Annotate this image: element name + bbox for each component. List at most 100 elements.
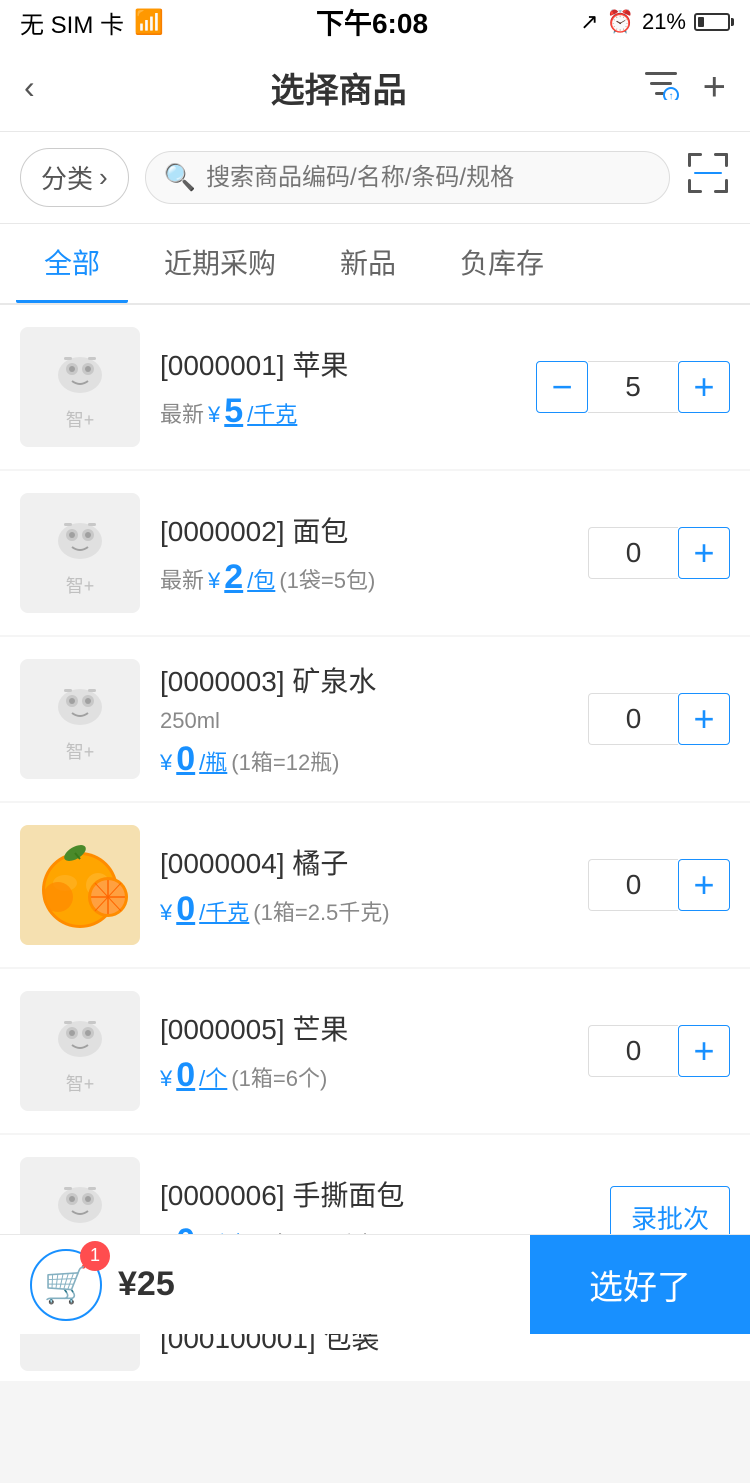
product-price: 最新 ¥ 2 /包 (1袋=5包): [160, 558, 568, 597]
brand-label: 智+: [66, 738, 95, 764]
page-title: 选择商品: [271, 63, 407, 112]
product-price: 最新 ¥ 5 /千克: [160, 392, 516, 431]
tab-negative[interactable]: 负库存: [432, 224, 572, 303]
search-input[interactable]: [206, 164, 651, 192]
product-name: [0000006] 手撕面包: [160, 1174, 590, 1214]
price-extra: (1袋=5包): [279, 563, 375, 595]
cart-price: ¥25: [118, 1265, 175, 1304]
tab-recent[interactable]: 近期采购: [136, 224, 304, 303]
product-name: [0000005] 芒果: [160, 1008, 568, 1048]
product-image: 智+: [20, 659, 140, 779]
product-name: [0000003] 矿泉水: [160, 660, 568, 700]
placeholder-image: 智+: [20, 327, 140, 447]
filter-bar: 分类 › 🔍: [0, 132, 750, 224]
price-currency: ¥: [160, 900, 172, 926]
placeholder-image: 智+: [20, 991, 140, 1111]
product-name: [0000001] 苹果: [160, 344, 516, 384]
location-icon: ↗: [580, 9, 598, 35]
product-image-svg: [20, 825, 140, 945]
scan-icon[interactable]: [686, 151, 730, 204]
search-icon: 🔍: [164, 162, 196, 193]
price-unit: /瓶: [199, 745, 227, 777]
quantity-control: +: [588, 1025, 730, 1077]
tab-bar: 全部 近期采购 新品 负库存: [0, 224, 750, 305]
bottom-bar: 🛒 1 ¥25 选好了: [0, 1234, 750, 1334]
brand-label: 智+: [66, 1070, 95, 1096]
nav-right: ↑ +: [643, 65, 726, 110]
cart-icon-wrap[interactable]: 🛒 1: [30, 1249, 102, 1321]
decrease-button[interactable]: −: [536, 361, 588, 413]
price-extra: (1箱=12瓶): [231, 745, 339, 777]
tab-new[interactable]: 新品: [312, 224, 424, 303]
battery-icon: [694, 13, 730, 31]
placeholder-image: 智+: [20, 659, 140, 779]
price-value: 0: [176, 1056, 195, 1095]
brand-label: 智+: [66, 572, 95, 598]
status-bar: 无 SIM 卡 📶 下午6:08 ↗ ⏰ 21%: [0, 0, 750, 44]
add-icon[interactable]: +: [703, 65, 726, 110]
product-price: ¥ 0 /瓶 (1箱=12瓶): [160, 740, 568, 779]
search-box[interactable]: 🔍: [145, 151, 670, 204]
product-image: 智+: [20, 327, 140, 447]
confirm-button[interactable]: 选好了: [530, 1235, 750, 1334]
increase-button[interactable]: +: [678, 527, 730, 579]
quantity-input[interactable]: [588, 527, 678, 579]
placeholder-image: 智+: [20, 493, 140, 613]
price-value: 2: [224, 558, 243, 597]
price-value: 0: [176, 740, 195, 779]
list-item: 智+ [0000003] 矿泉水 250ml ¥ 0 /瓶 (1箱=12瓶) +: [0, 637, 750, 801]
wifi-icon: 📶: [134, 8, 164, 37]
price-currency: ¥: [208, 402, 220, 428]
product-info: [0000004] 橘子 ¥ 0 /千克 (1箱=2.5千克): [160, 842, 568, 929]
price-currency: ¥: [208, 568, 220, 594]
price-currency: ¥: [160, 1066, 172, 1092]
product-info: [0000005] 芒果 ¥ 0 /个 (1箱=6个): [160, 1008, 568, 1095]
product-price: ¥ 0 /个 (1箱=6个): [160, 1056, 568, 1095]
tab-all[interactable]: 全部: [16, 224, 128, 303]
increase-button[interactable]: +: [678, 1025, 730, 1077]
quantity-input[interactable]: [588, 693, 678, 745]
list-item: 智+ [0000001] 苹果 最新 ¥ 5 /千克 − +: [0, 305, 750, 469]
product-name: [0000002] 面包: [160, 510, 568, 550]
quantity-input[interactable]: [588, 859, 678, 911]
category-button[interactable]: 分类 ›: [20, 148, 129, 207]
quantity-control: +: [588, 693, 730, 745]
battery-text: 21%: [642, 9, 686, 35]
status-time: 下午6:08: [316, 2, 428, 42]
status-right: ↗ ⏰ 21%: [580, 9, 730, 35]
increase-button[interactable]: +: [678, 361, 730, 413]
increase-button[interactable]: +: [678, 859, 730, 911]
list-item: 智+ [0000005] 芒果 ¥ 0 /个 (1箱=6个) +: [0, 969, 750, 1133]
back-button[interactable]: ‹: [24, 69, 35, 106]
quantity-input[interactable]: [588, 1025, 678, 1077]
price-label: 最新: [160, 563, 204, 595]
price-unit: /千克: [247, 397, 297, 429]
quantity-control: − +: [536, 361, 730, 413]
price-unit: /包: [247, 563, 275, 595]
product-info: [0000001] 苹果 最新 ¥ 5 /千克: [160, 344, 516, 431]
increase-button[interactable]: +: [678, 693, 730, 745]
status-left: 无 SIM 卡 📶: [20, 5, 164, 40]
product-info: [0000003] 矿泉水 250ml ¥ 0 /瓶 (1箱=12瓶): [160, 660, 568, 779]
price-value: 0: [176, 890, 195, 929]
product-spec: 250ml: [160, 708, 568, 734]
product-image: 智+: [20, 493, 140, 613]
category-label: 分类: [41, 159, 93, 196]
carrier-text: 无 SIM 卡: [20, 5, 124, 40]
price-value: 5: [224, 392, 243, 431]
cart-area: 🛒 1 ¥25: [0, 1249, 530, 1321]
list-item: 智+ [0000002] 面包 最新 ¥ 2 /包 (1袋=5包) +: [0, 471, 750, 635]
nav-left: ‹: [24, 69, 35, 106]
filter-icon[interactable]: ↑: [643, 68, 679, 107]
price-label: 最新: [160, 397, 204, 429]
product-image: 智+: [20, 991, 140, 1111]
price-extra: (1箱=2.5千克): [253, 895, 389, 927]
quantity-control: +: [588, 527, 730, 579]
price-unit: /千克: [199, 895, 249, 927]
category-arrow: ›: [99, 162, 108, 193]
quantity-input[interactable]: [588, 361, 678, 413]
price-extra: (1箱=6个): [231, 1061, 327, 1093]
price-unit: /个: [199, 1061, 227, 1093]
product-price: ¥ 0 /千克 (1箱=2.5千克): [160, 890, 568, 929]
brand-label: 智+: [66, 406, 95, 432]
